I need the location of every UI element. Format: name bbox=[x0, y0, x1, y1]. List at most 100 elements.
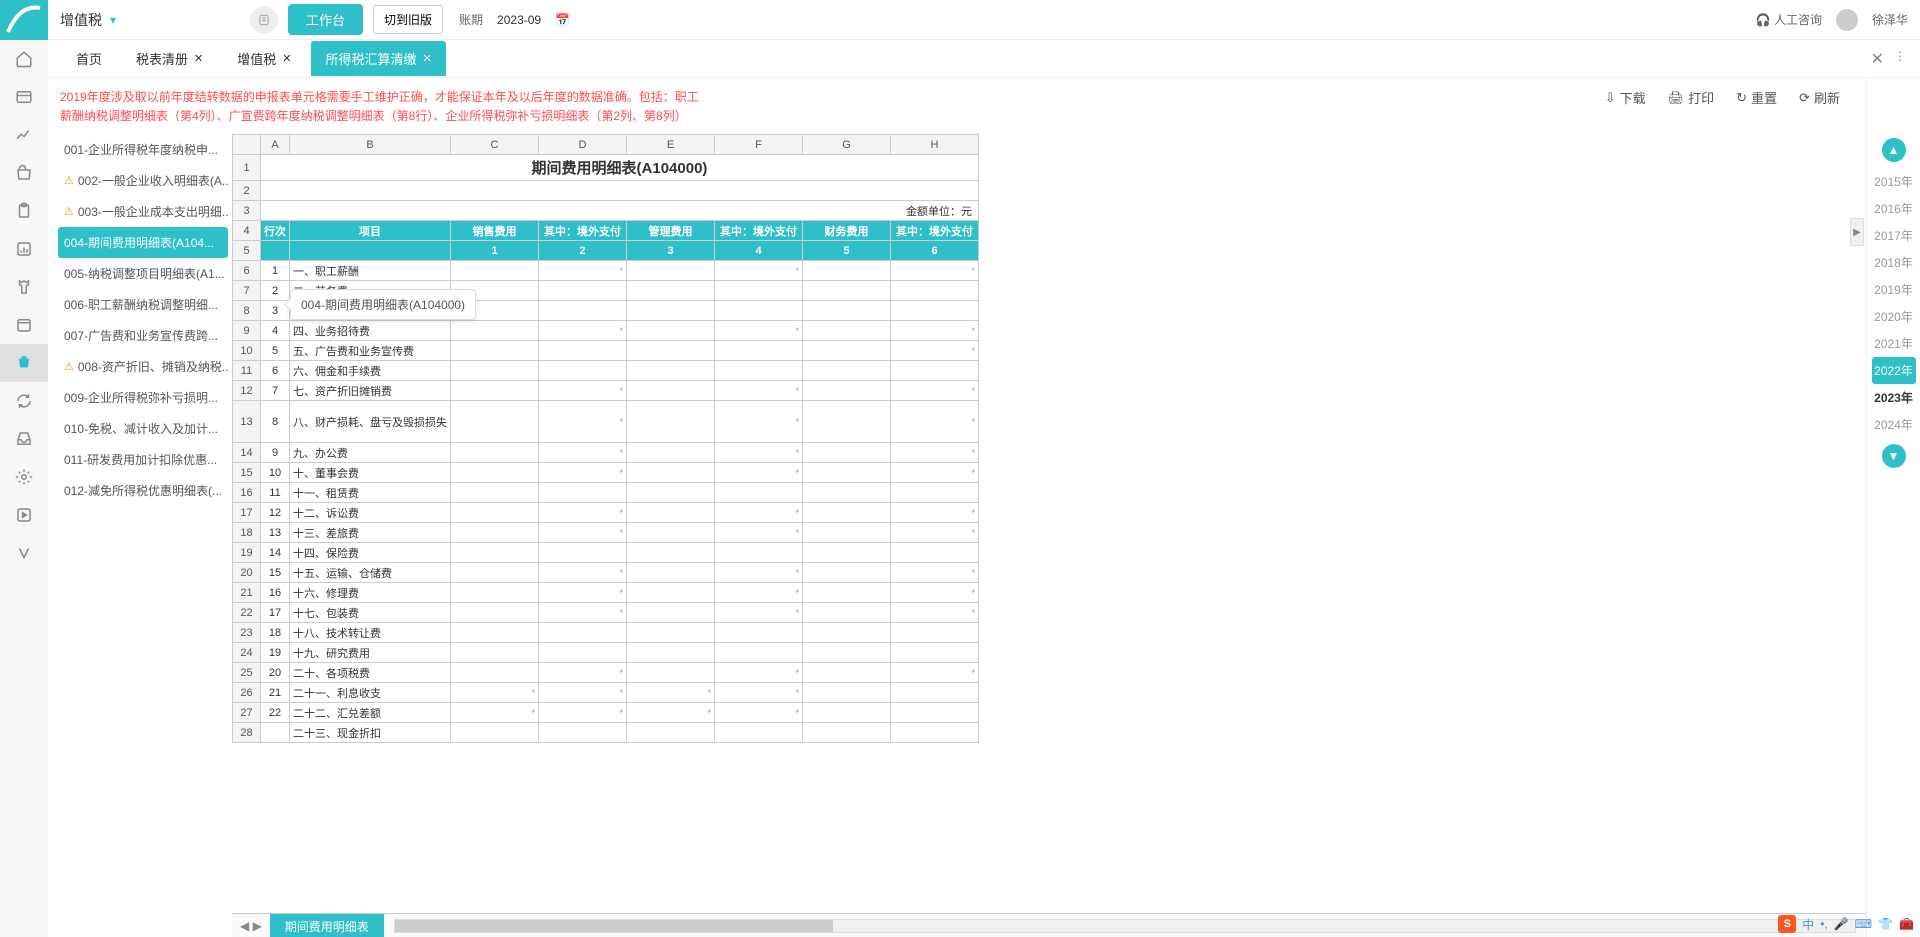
data-cell[interactable] bbox=[891, 563, 979, 583]
doc-item[interactable]: ⚠002-一般企业收入明细表(A... bbox=[58, 165, 228, 196]
data-cell[interactable] bbox=[451, 321, 539, 341]
doc-item[interactable]: 011-研发费用加计扣除优惠... bbox=[58, 444, 228, 475]
row-name[interactable]: 十四、保险费 bbox=[290, 543, 451, 563]
data-cell[interactable] bbox=[715, 723, 803, 743]
row-header[interactable]: 12 bbox=[233, 381, 261, 401]
ime-skin-icon[interactable]: 👕 bbox=[1878, 917, 1893, 931]
subheader-cell[interactable]: 4 bbox=[715, 241, 803, 261]
data-cell[interactable] bbox=[715, 361, 803, 381]
doc-item[interactable]: 010-免税、减计收入及加计... bbox=[58, 413, 228, 444]
year-option[interactable]: 2023年 bbox=[1872, 384, 1916, 411]
row-name[interactable]: 六、佣金和手续费 bbox=[290, 361, 451, 381]
row-num[interactable]: 11 bbox=[261, 483, 290, 503]
doc-item[interactable]: 001-企业所得税年度纳税申... bbox=[58, 134, 228, 165]
data-cell[interactable] bbox=[891, 463, 979, 483]
row-header[interactable]: 25 bbox=[233, 663, 261, 683]
row-num[interactable]: 21 bbox=[261, 683, 290, 703]
data-cell[interactable] bbox=[803, 643, 891, 663]
row-header[interactable]: 26 bbox=[233, 683, 261, 703]
tax-icon[interactable] bbox=[0, 344, 48, 382]
row-header[interactable]: 3 bbox=[233, 201, 261, 221]
row-header[interactable]: 7 bbox=[233, 281, 261, 301]
row-header[interactable]: 15 bbox=[233, 463, 261, 483]
data-cell[interactable] bbox=[451, 643, 539, 663]
data-cell[interactable] bbox=[891, 523, 979, 543]
data-cell[interactable] bbox=[803, 563, 891, 583]
year-option[interactable]: 2016年 bbox=[1872, 195, 1916, 222]
data-cell[interactable] bbox=[891, 261, 979, 281]
refresh-button[interactable]: ⟳ 刷新 bbox=[1799, 88, 1840, 107]
data-cell[interactable] bbox=[627, 703, 715, 723]
year-option[interactable]: 2018年 bbox=[1872, 249, 1916, 276]
row-header[interactable]: 28 bbox=[233, 723, 261, 743]
data-cell[interactable] bbox=[627, 381, 715, 401]
data-cell[interactable] bbox=[539, 483, 627, 503]
sheet-nav[interactable]: ◀ ▶ bbox=[232, 919, 270, 933]
data-cell[interactable] bbox=[803, 683, 891, 703]
data-cell[interactable] bbox=[715, 563, 803, 583]
data-cell[interactable] bbox=[803, 503, 891, 523]
inbox-icon[interactable] bbox=[0, 420, 48, 458]
settings-icon[interactable] bbox=[0, 458, 48, 496]
data-cell[interactable] bbox=[627, 723, 715, 743]
row-header[interactable]: 20 bbox=[233, 563, 261, 583]
row-header[interactable]: 16 bbox=[233, 483, 261, 503]
report-icon[interactable] bbox=[0, 230, 48, 268]
row-header[interactable]: 21 bbox=[233, 583, 261, 603]
data-cell[interactable] bbox=[891, 663, 979, 683]
data-cell[interactable] bbox=[891, 443, 979, 463]
row-name[interactable]: 二十三、现金折扣 bbox=[290, 723, 451, 743]
year-option[interactable]: 2022年 bbox=[1872, 357, 1916, 384]
row-name[interactable]: 十二、诉讼费 bbox=[290, 503, 451, 523]
data-cell[interactable] bbox=[539, 301, 627, 321]
data-cell[interactable] bbox=[715, 341, 803, 361]
row-num[interactable]: 22 bbox=[261, 703, 290, 723]
data-cell[interactable] bbox=[891, 503, 979, 523]
year-option[interactable]: 2017年 bbox=[1872, 222, 1916, 249]
row-num[interactable]: 17 bbox=[261, 603, 290, 623]
header-cell[interactable]: 项目 bbox=[290, 221, 451, 241]
data-cell[interactable] bbox=[539, 683, 627, 703]
data-cell[interactable] bbox=[715, 523, 803, 543]
data-cell[interactable] bbox=[539, 643, 627, 663]
data-cell[interactable] bbox=[627, 483, 715, 503]
row-name[interactable]: 二十、各项税费 bbox=[290, 663, 451, 683]
data-cell[interactable] bbox=[803, 463, 891, 483]
doc-item[interactable]: 009-企业所得税弥补亏损明... bbox=[58, 382, 228, 413]
row-name[interactable]: 五、广告费和业务宣传费 bbox=[290, 341, 451, 361]
consult-link[interactable]: 🎧 人工咨询 bbox=[1756, 11, 1822, 28]
data-cell[interactable] bbox=[627, 663, 715, 683]
row-name[interactable]: 二十一、利息收支 bbox=[290, 683, 451, 703]
year-down-icon[interactable]: ▼ bbox=[1882, 444, 1906, 468]
year-up-icon[interactable]: ▲ bbox=[1882, 138, 1906, 162]
col-header[interactable]: H bbox=[891, 135, 979, 155]
row-num[interactable]: 15 bbox=[261, 563, 290, 583]
subheader-cell[interactable] bbox=[290, 241, 451, 261]
reset-button[interactable]: ↻ 重置 bbox=[1736, 88, 1777, 107]
data-cell[interactable] bbox=[627, 643, 715, 663]
data-cell[interactable] bbox=[451, 663, 539, 683]
header-cell[interactable]: 销售费用 bbox=[451, 221, 539, 241]
subheader-cell[interactable]: 1 bbox=[451, 241, 539, 261]
home-icon[interactable] bbox=[0, 40, 48, 78]
data-cell[interactable] bbox=[539, 663, 627, 683]
data-cell[interactable] bbox=[715, 261, 803, 281]
data-cell[interactable] bbox=[891, 723, 979, 743]
data-cell[interactable] bbox=[803, 341, 891, 361]
row-name[interactable]: 十、董事会费 bbox=[290, 463, 451, 483]
row-name[interactable]: 九、办公费 bbox=[290, 443, 451, 463]
data-cell[interactable] bbox=[803, 723, 891, 743]
data-cell[interactable] bbox=[451, 361, 539, 381]
data-cell[interactable] bbox=[803, 623, 891, 643]
data-cell[interactable] bbox=[715, 603, 803, 623]
row-num[interactable]: 10 bbox=[261, 463, 290, 483]
data-cell[interactable] bbox=[803, 261, 891, 281]
row-header[interactable]: 10 bbox=[233, 341, 261, 361]
spreadsheet[interactable]: ABCDEFGH 1期间费用明细表(A104000)23金额单位：元4行次项目销… bbox=[232, 134, 979, 743]
data-cell[interactable] bbox=[803, 321, 891, 341]
sheet-hscroll[interactable] bbox=[394, 919, 1856, 933]
row-num[interactable]: 8 bbox=[261, 401, 290, 443]
row-header[interactable]: 11 bbox=[233, 361, 261, 381]
col-header[interactable]: E bbox=[627, 135, 715, 155]
data-cell[interactable] bbox=[891, 703, 979, 723]
